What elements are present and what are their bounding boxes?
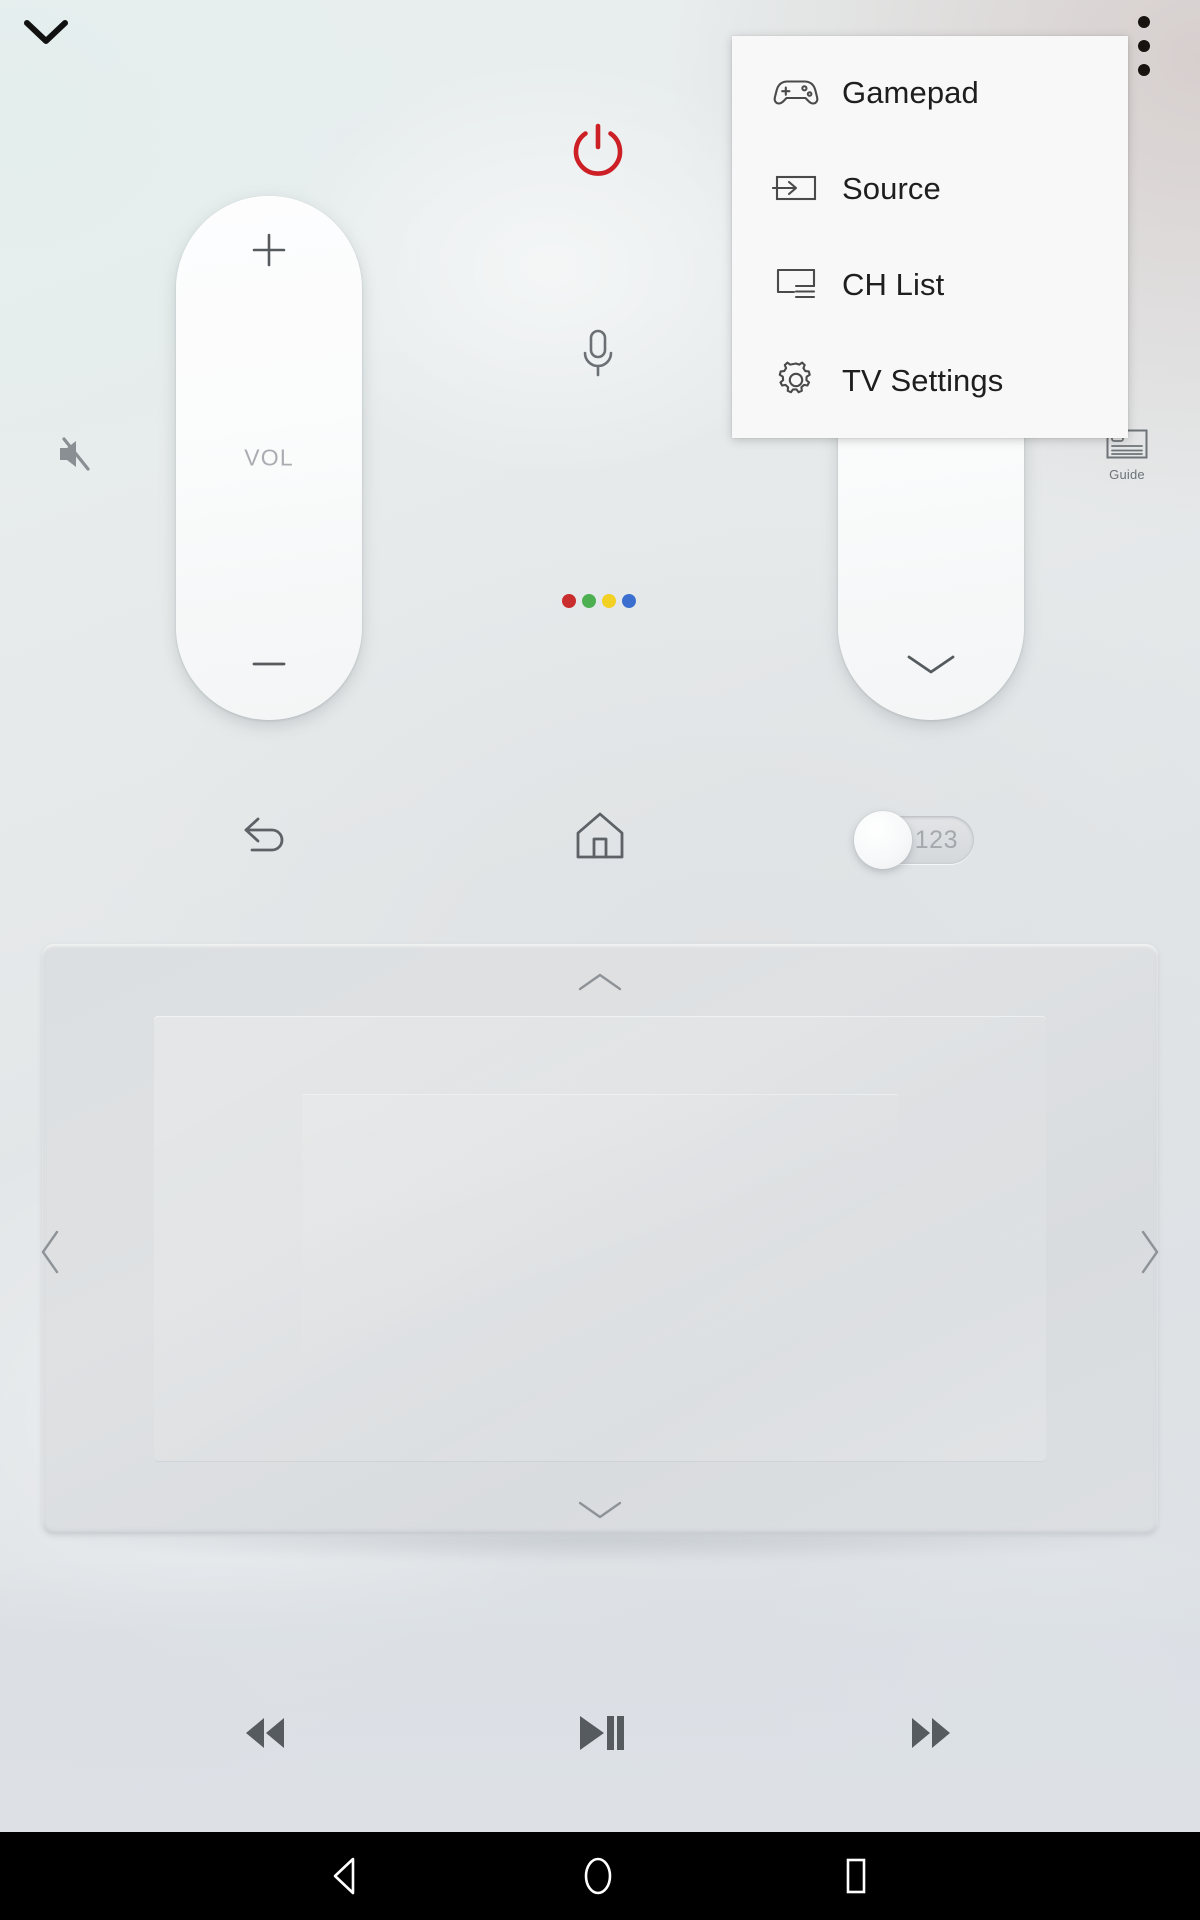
gear-icon — [768, 352, 824, 408]
volume-up-button[interactable] — [239, 220, 299, 280]
chevron-down-icon — [23, 18, 69, 51]
volume-label: VOL — [244, 444, 294, 471]
play-pause-button[interactable] — [550, 1692, 646, 1778]
touchpad[interactable] — [42, 944, 1158, 1534]
back-button[interactable] — [228, 800, 304, 876]
overflow-menu-panel: Gamepad Source CH List TV Settings — [732, 36, 1128, 438]
touchpad-down-button[interactable] — [562, 1478, 638, 1542]
menu-item-tv-settings[interactable]: TV Settings — [732, 332, 1128, 428]
color-key-blue[interactable] — [622, 594, 636, 608]
home-icon — [572, 809, 628, 868]
menu-item-label: TV Settings — [842, 362, 1004, 398]
kebab-dot-1 — [1138, 16, 1150, 28]
menu-item-gamepad[interactable]: Gamepad — [732, 44, 1128, 140]
gamepad-icon — [768, 64, 824, 120]
channel-down-button[interactable] — [901, 634, 961, 694]
menu-item-label: CH List — [842, 266, 945, 302]
menu-item-label: Gamepad — [842, 74, 979, 110]
remote-app-screen: Gamepad Source CH List TV Settings VOL G… — [0, 0, 1200, 1920]
color-key-green[interactable] — [582, 594, 596, 608]
fast-forward-button[interactable] — [883, 1692, 979, 1778]
android-back-icon — [333, 1857, 355, 1895]
source-input-icon — [768, 160, 824, 216]
android-navigation-bar — [0, 1832, 1200, 1920]
menu-item-label: Source — [842, 170, 941, 206]
touchpad-center-bevel — [302, 1094, 898, 1384]
android-back-button[interactable] — [295, 1832, 395, 1920]
power-button[interactable] — [556, 112, 640, 196]
color-key-yellow[interactable] — [602, 594, 616, 608]
touchpad-up-button[interactable] — [562, 950, 638, 1014]
numpad-toggle[interactable]: 123 — [854, 811, 974, 869]
touchpad-left-button[interactable] — [22, 1212, 78, 1292]
rewind-button[interactable] — [217, 1692, 313, 1778]
overflow-menu-button[interactable] — [1126, 12, 1162, 80]
numpad-toggle-label: 123 — [914, 825, 958, 854]
fast-forward-icon — [899, 1705, 963, 1766]
channel-list-icon — [768, 256, 824, 312]
volume-slider[interactable]: VOL — [176, 196, 362, 720]
chevron-left-icon — [41, 1230, 59, 1274]
play-pause-icon — [566, 1705, 630, 1766]
volume-mute-icon — [54, 434, 98, 479]
collapse-button[interactable] — [12, 4, 80, 64]
android-recents-icon — [846, 1858, 866, 1894]
volume-down-button[interactable] — [239, 634, 299, 694]
android-recents-button[interactable] — [806, 1832, 906, 1920]
minus-icon — [252, 662, 286, 666]
plus-icon — [252, 233, 286, 267]
menu-item-ch-list[interactable]: CH List — [732, 236, 1128, 332]
chevron-up-icon — [578, 973, 622, 991]
menu-item-source[interactable]: Source — [732, 140, 1128, 236]
microphone-icon — [575, 327, 621, 390]
mute-button[interactable] — [44, 424, 108, 488]
color-key-red[interactable] — [562, 594, 576, 608]
guide-label: Guide — [1109, 467, 1145, 482]
voice-mic-button[interactable] — [562, 320, 634, 396]
color-keys[interactable] — [562, 592, 636, 610]
chevron-down-icon — [578, 1501, 622, 1519]
guide-button[interactable]: Guide — [1096, 428, 1158, 496]
back-arrow-icon — [240, 813, 292, 864]
chevron-right-icon — [1141, 1230, 1159, 1274]
chevron-down-icon — [907, 655, 955, 674]
touchpad-right-button[interactable] — [1122, 1212, 1178, 1292]
home-button[interactable] — [562, 800, 638, 876]
android-home-button[interactable] — [548, 1832, 648, 1920]
kebab-dot-3 — [1138, 64, 1150, 76]
rewind-icon — [233, 1705, 297, 1766]
kebab-dot-2 — [1138, 40, 1150, 52]
numpad-toggle-knob[interactable] — [854, 811, 912, 869]
android-home-icon — [584, 1857, 612, 1895]
power-icon — [562, 116, 634, 193]
